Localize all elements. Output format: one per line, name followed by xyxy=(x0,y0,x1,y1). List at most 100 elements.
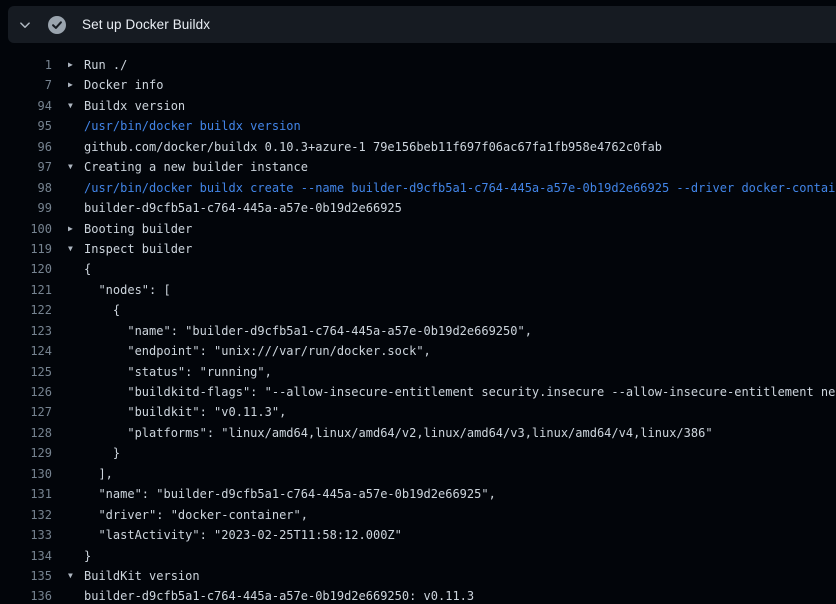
line-indent xyxy=(68,546,84,566)
line-indent xyxy=(68,341,84,361)
log-line: 119 ▼Inspect builder xyxy=(0,239,836,259)
line-indent xyxy=(68,362,84,382)
log-area: 1▶Run ./7▶Docker info94▼Buildx version95… xyxy=(0,43,836,604)
log-output-text: "endpoint": "unix:///var/run/docker.sock… xyxy=(84,341,431,361)
log-line: 1 ▶Run ./ xyxy=(0,55,836,75)
line-number[interactable]: 1 xyxy=(0,55,52,75)
line-number[interactable]: 125 xyxy=(0,362,52,382)
line-number[interactable]: 134 xyxy=(0,546,52,566)
log-output-text: "buildkitd-flags": "--allow-insecure-ent… xyxy=(84,382,836,402)
group-expanded-icon[interactable]: ▼ xyxy=(68,96,84,116)
log-group-title[interactable]: Booting builder xyxy=(84,219,192,239)
line-indent xyxy=(68,586,84,604)
log-output-text: "status": "running", xyxy=(84,362,272,382)
log-line: 127 "buildkit": "v0.11.3", xyxy=(0,402,836,422)
line-number[interactable]: 7 xyxy=(0,75,52,95)
group-expanded-icon[interactable]: ▼ xyxy=(68,239,84,259)
log-line: 131 "name": "builder-d9cfb5a1-c764-445a-… xyxy=(0,484,836,504)
log-line: 126 "buildkitd-flags": "--allow-insecure… xyxy=(0,382,836,402)
log-output-text: { xyxy=(84,300,120,320)
log-output-text: { xyxy=(84,259,91,279)
line-number[interactable]: 135 xyxy=(0,566,52,586)
line-number[interactable]: 123 xyxy=(0,321,52,341)
line-indent xyxy=(68,300,84,320)
line-number[interactable]: 97 xyxy=(0,157,52,177)
line-number[interactable]: 124 xyxy=(0,341,52,361)
log-line: 99 builder-d9cfb5a1-c764-445a-a57e-0b19d2… xyxy=(0,198,836,218)
log-output-text: "buildkit": "v0.11.3", xyxy=(84,402,286,422)
line-number[interactable]: 96 xyxy=(0,137,52,157)
line-number[interactable]: 128 xyxy=(0,423,52,443)
log-group-title[interactable]: Inspect builder xyxy=(84,239,192,259)
log-line: 123 "name": "builder-d9cfb5a1-c764-445a-… xyxy=(0,321,836,341)
log-output-text: builder-d9cfb5a1-c764-445a-a57e-0b19d2e6… xyxy=(84,586,474,604)
line-number[interactable]: 136 xyxy=(0,586,52,604)
group-expanded-icon[interactable]: ▼ xyxy=(68,566,84,586)
log-output-text: } xyxy=(84,546,91,566)
line-number[interactable]: 119 xyxy=(0,239,52,259)
log-command-text: /usr/bin/docker buildx create --name bui… xyxy=(84,178,836,198)
group-collapsed-icon[interactable]: ▶ xyxy=(68,219,84,239)
log-line: 129 } xyxy=(0,443,836,463)
line-number[interactable]: 94 xyxy=(0,96,52,116)
log-output-text: } xyxy=(84,443,120,463)
log-line: 132 "driver": "docker-container", xyxy=(0,505,836,525)
line-number[interactable]: 98 xyxy=(0,178,52,198)
line-indent xyxy=(68,443,84,463)
line-indent xyxy=(68,423,84,443)
log-line: 97 ▼Creating a new builder instance xyxy=(0,157,836,177)
log-output-text: "lastActivity": "2023-02-25T11:58:12.000… xyxy=(84,525,402,545)
line-number[interactable]: 130 xyxy=(0,464,52,484)
step-header[interactable]: Set up Docker Buildx xyxy=(8,6,836,43)
log-output-text: "platforms": "linux/amd64,linux/amd64/v2… xyxy=(84,423,713,443)
line-indent xyxy=(68,382,84,402)
line-number[interactable]: 122 xyxy=(0,300,52,320)
log-line: 134} xyxy=(0,546,836,566)
line-number[interactable]: 100 xyxy=(0,219,52,239)
line-number[interactable]: 99 xyxy=(0,198,52,218)
log-line: 136 builder-d9cfb5a1-c764-445a-a57e-0b19d… xyxy=(0,586,836,604)
log-line: 94 ▼Buildx version xyxy=(0,96,836,116)
log-group-title[interactable]: BuildKit version xyxy=(84,566,200,586)
log-group-title[interactable]: Creating a new builder instance xyxy=(84,157,308,177)
line-number[interactable]: 131 xyxy=(0,484,52,504)
log-line: 120 { xyxy=(0,259,836,279)
log-group-title[interactable]: Run ./ xyxy=(84,55,127,75)
log-output-text: github.com/docker/buildx 0.10.3+azure-1 … xyxy=(84,137,662,157)
line-number[interactable]: 121 xyxy=(0,280,52,300)
log-output-text: "driver": "docker-container", xyxy=(84,505,308,525)
log-output-text: builder-d9cfb5a1-c764-445a-a57e-0b19d2e6… xyxy=(84,198,402,218)
log-group-title[interactable]: Buildx version xyxy=(84,96,185,116)
check-circle-icon xyxy=(42,16,72,34)
line-indent xyxy=(68,321,84,341)
log-output-text: ], xyxy=(84,464,113,484)
group-collapsed-icon[interactable]: ▶ xyxy=(68,55,84,75)
line-number[interactable]: 120 xyxy=(0,259,52,279)
line-indent xyxy=(68,464,84,484)
line-number[interactable]: 129 xyxy=(0,443,52,463)
line-number[interactable]: 95 xyxy=(0,116,52,136)
line-indent xyxy=(68,198,84,218)
log-line: 135 ▼BuildKit version xyxy=(0,566,836,586)
log-line: 95/usr/bin/docker buildx version xyxy=(0,116,836,136)
log-output-text: "name": "builder-d9cfb5a1-c764-445a-a57e… xyxy=(84,321,532,341)
line-indent xyxy=(68,484,84,504)
line-indent xyxy=(68,505,84,525)
workflow-step-log-panel: Set up Docker Buildx 1▶Run ./7▶Docker in… xyxy=(0,0,836,604)
step-title: Set up Docker Buildx xyxy=(82,17,210,32)
line-number[interactable]: 132 xyxy=(0,505,52,525)
group-expanded-icon[interactable]: ▼ xyxy=(68,157,84,177)
line-number[interactable]: 133 xyxy=(0,525,52,545)
log-command-text: /usr/bin/docker buildx version xyxy=(84,116,301,136)
line-indent xyxy=(68,525,84,545)
group-collapsed-icon[interactable]: ▶ xyxy=(68,75,84,95)
line-number[interactable]: 126 xyxy=(0,382,52,402)
log-line: 125 "status": "running", xyxy=(0,362,836,382)
log-group-title[interactable]: Docker info xyxy=(84,75,163,95)
log-line: 7 ▶Docker info xyxy=(0,75,836,95)
log-line: 96 github.com/docker/buildx 0.10.3+azure-… xyxy=(0,137,836,157)
chevron-down-icon[interactable] xyxy=(8,19,42,31)
log-line: 128 "platforms": "linux/amd64,linux/amd6… xyxy=(0,423,836,443)
line-indent xyxy=(68,259,84,279)
line-number[interactable]: 127 xyxy=(0,402,52,422)
